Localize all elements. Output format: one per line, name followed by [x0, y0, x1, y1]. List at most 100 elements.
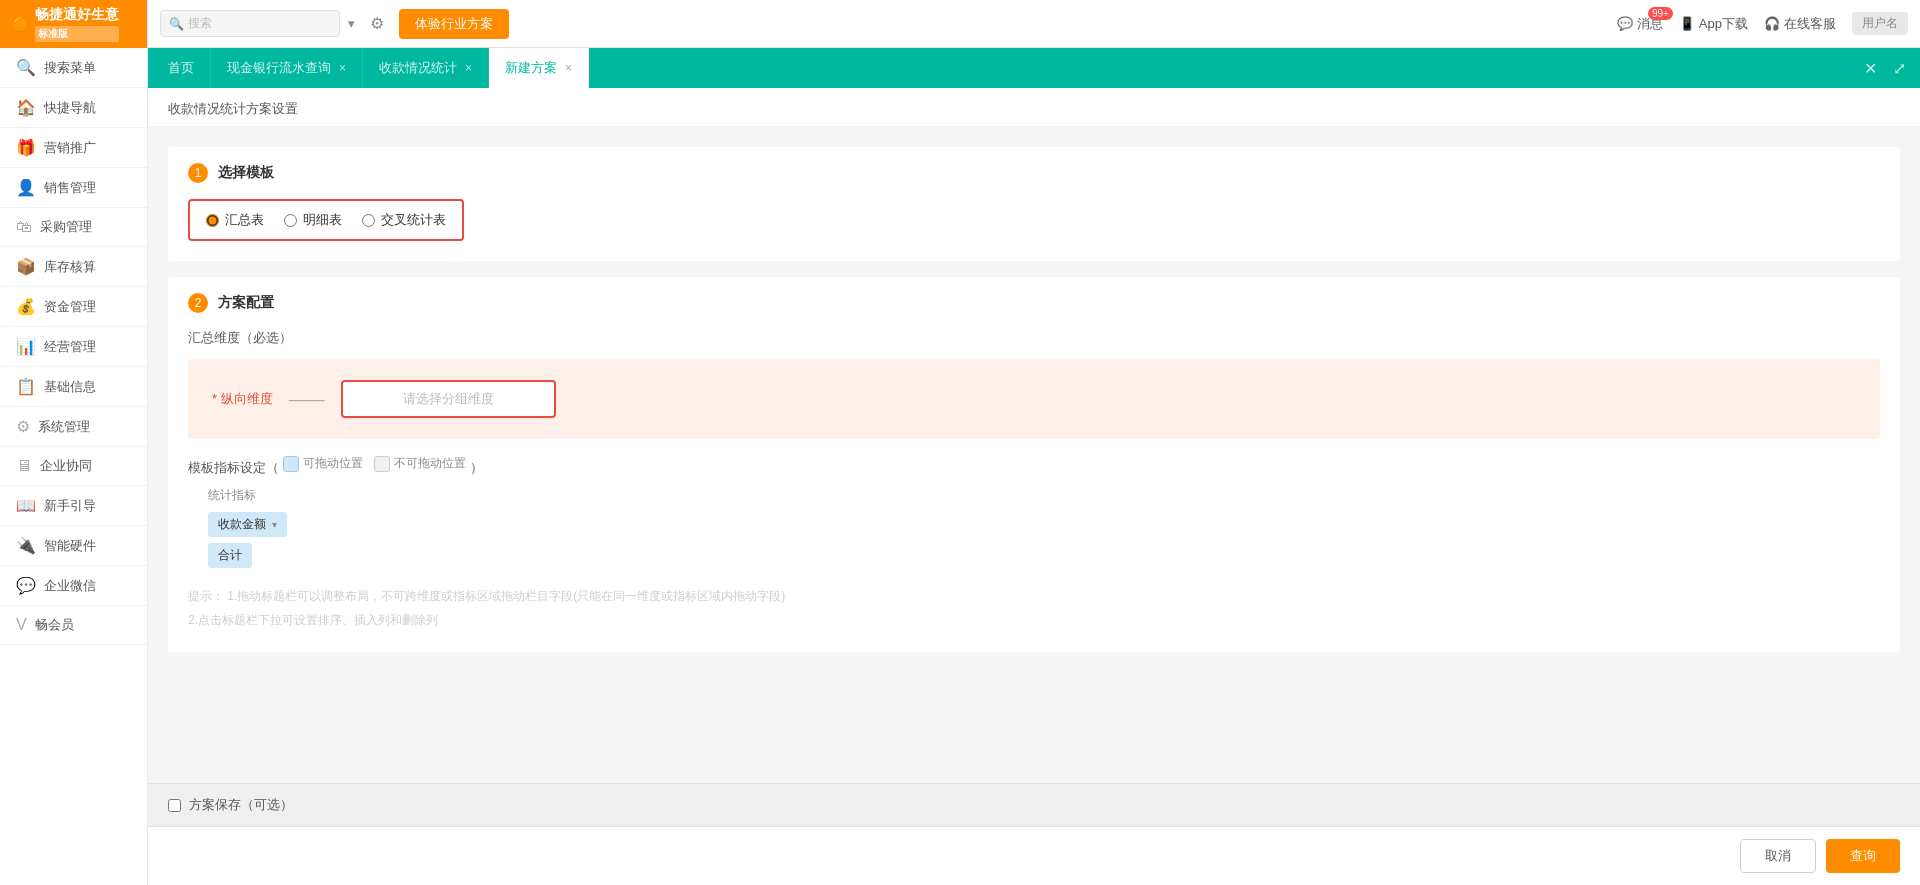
step1-section: 1 选择模板 汇总表 明细表: [168, 147, 1900, 261]
chart-icon: 📊: [16, 337, 36, 356]
search-bar[interactable]: 🔍 搜索: [160, 10, 340, 37]
legend-draggable-box: [283, 456, 299, 472]
step2-title: 方案配置: [218, 294, 274, 312]
save-checkbox[interactable]: [168, 799, 181, 812]
sidebar-item-search-menu[interactable]: 🔍 搜索菜单: [0, 48, 147, 88]
sidebar-item-finance[interactable]: 💰 资金管理: [0, 287, 147, 327]
tab-new-plan-close[interactable]: ×: [565, 61, 572, 75]
tab-bank-flow-close[interactable]: ×: [339, 61, 346, 75]
logo-icon: 🟠: [12, 16, 29, 32]
radio-summary[interactable]: 汇总表: [206, 211, 264, 229]
dimension-row: * 纵向维度 —— 请选择分组维度: [212, 380, 556, 418]
metrics-config-text: 模板指标设定（ 可拖动位置 不可拖动位置 ）: [188, 455, 483, 477]
sidebar-item-smart-hardware[interactable]: 🔌 智能硬件: [0, 526, 147, 566]
industry-btn[interactable]: 体验行业方案: [399, 9, 509, 39]
monitor-icon: 🖥: [16, 457, 32, 475]
metric-tag-label: 收款金额: [218, 516, 266, 533]
notification-count: 99+: [1648, 7, 1673, 20]
download-btn[interactable]: 📱 App下载: [1679, 15, 1748, 33]
sidebar-item-system[interactable]: ⚙ 系统管理: [0, 407, 147, 447]
radio-crosstab-input[interactable]: [362, 214, 375, 227]
footer: 取消 查询: [148, 826, 1920, 885]
step2-section: 2 方案配置 汇总维度（必选） * 纵向维度 —— 请选择分组维度 模: [168, 277, 1900, 652]
sidebar-item-sales[interactable]: 👤 销售管理: [0, 168, 147, 208]
notification-btn[interactable]: 💬 消息 99+: [1617, 15, 1663, 33]
query-button[interactable]: 查询: [1826, 839, 1900, 873]
sidebar-item-member[interactable]: V 畅会员: [0, 606, 147, 645]
sidebar-label-sales: 销售管理: [44, 179, 96, 197]
tab-home[interactable]: 首页: [148, 48, 211, 88]
dimension-arrow: ——: [289, 389, 325, 410]
step2-header: 2 方案配置: [188, 293, 1880, 313]
tab-bank-flow[interactable]: 现金银行流水查询 ×: [211, 48, 363, 88]
sidebar-item-quick-nav[interactable]: 🏠 快捷导航: [0, 88, 147, 128]
sidebar-item-newbie[interactable]: 📖 新手引导: [0, 486, 147, 526]
breadcrumb: 收款情况统计方案设置: [168, 101, 298, 116]
sidebar-label-enterprise: 企业协同: [40, 457, 92, 475]
sidebar-label-quick-nav: 快捷导航: [44, 99, 96, 117]
legend-fixed-text: 不可拖动位置: [394, 455, 466, 472]
sidebar-label-wechat: 企业微信: [44, 577, 96, 595]
hint-line-1: 提示： 1.拖动标题栏可以调整布局，不可跨维度或指标区域拖动栏目字段(只能在同一…: [188, 584, 1880, 608]
topbar-right: 💬 消息 99+ 📱 App下载 🎧 在线客服 用户名: [1617, 12, 1908, 35]
search-icon-topbar: 🔍: [169, 17, 184, 31]
sidebar-label-newbie: 新手引导: [44, 497, 96, 515]
money-icon: 💰: [16, 297, 36, 316]
dimension-config-label: 汇总维度（必选）: [188, 329, 1880, 347]
close-tab-btn[interactable]: ✕: [1858, 57, 1883, 80]
tab-receipt-stats-close[interactable]: ×: [465, 61, 472, 75]
tabbar: 首页 现金银行流水查询 × 收款情况统计 × 新建方案 × ✕ ⤢: [148, 48, 1920, 88]
save-label: 方案保存（可选）: [189, 796, 293, 814]
metrics-area: 统计指标 收款金额 ▾ 合计: [208, 487, 1880, 568]
support-btn[interactable]: 🎧 在线客服: [1764, 15, 1836, 33]
radio-summary-input[interactable]: [206, 214, 219, 227]
search-placeholder: 搜索: [188, 15, 212, 32]
radio-detail[interactable]: 明细表: [284, 211, 342, 229]
sidebar-item-base-info[interactable]: 📋 基础信息: [0, 367, 147, 407]
sidebar-logo: 🟠 畅捷通好生意 标准版: [0, 0, 147, 48]
tab-receipt-stats-label: 收款情况统计: [379, 59, 457, 77]
sidebar-label-marketing: 营销推广: [44, 139, 96, 157]
dimension-select-box[interactable]: 请选择分组维度: [341, 380, 556, 418]
metric-tag-amount[interactable]: 收款金额 ▾: [208, 512, 287, 537]
chevron-down-icon[interactable]: ▾: [348, 16, 355, 31]
user-info[interactable]: 用户名: [1852, 12, 1908, 35]
logo-badge: 标准版: [35, 26, 119, 42]
sidebar-item-operations[interactable]: 📊 经营管理: [0, 327, 147, 367]
radio-crosstab[interactable]: 交叉统计表: [362, 211, 446, 229]
clipboard-icon: 📋: [16, 377, 36, 396]
metric-total-tag: 合计: [208, 543, 252, 568]
book-icon: 📖: [16, 496, 36, 515]
box-icon: 📦: [16, 257, 36, 276]
sidebar-label-smart-hardware: 智能硬件: [44, 537, 96, 555]
template-select-area: 汇总表 明细表 交叉统计表: [188, 199, 464, 241]
cancel-button[interactable]: 取消: [1740, 839, 1816, 873]
radio-detail-input[interactable]: [284, 214, 297, 227]
sidebar-label-operations: 经营管理: [44, 338, 96, 356]
hint-line-2: 2.点击标题栏下拉可设置排序、插入列和删除列: [188, 608, 1880, 632]
search-icon: 🔍: [16, 58, 36, 77]
radio-detail-label: 明细表: [303, 211, 342, 229]
legend-fixed-box: [374, 456, 390, 472]
sidebar-item-enterprise[interactable]: 🖥 企业协同: [0, 447, 147, 486]
sidebar-label-purchase: 采购管理: [40, 218, 92, 236]
sidebar-label-system: 系统管理: [38, 418, 90, 436]
step2-num: 2: [188, 293, 208, 313]
support-icon: 🎧: [1764, 16, 1780, 31]
expand-btn[interactable]: ⤢: [1887, 57, 1912, 80]
step1-num: 1: [188, 163, 208, 183]
sidebar-item-wechat[interactable]: 💬 企业微信: [0, 566, 147, 606]
tab-receipt-stats[interactable]: 收款情况统计 ×: [363, 48, 489, 88]
tab-new-plan[interactable]: 新建方案 ×: [489, 48, 589, 88]
hint-area: 提示： 1.拖动标题栏可以调整布局，不可跨维度或指标区域拖动栏目字段(只能在同一…: [188, 584, 1880, 632]
main-area: 🔍 搜索 ▾ ⚙ 体验行业方案 💬 消息 99+ 📱 App下载 🎧 在线客服 …: [148, 0, 1920, 885]
metrics-section-label: 统计指标: [208, 487, 1880, 504]
metric-dropdown-icon[interactable]: ▾: [272, 519, 277, 530]
download-label: App下载: [1699, 15, 1748, 33]
sidebar-item-inventory[interactable]: 📦 库存核算: [0, 247, 147, 287]
sidebar-label-base-info: 基础信息: [44, 378, 96, 396]
sidebar-item-purchase[interactable]: 🛍 采购管理: [0, 208, 147, 247]
settings-button[interactable]: ⚙: [363, 10, 391, 38]
sidebar-item-marketing[interactable]: 🎁 营销推广: [0, 128, 147, 168]
template-radio-group: 汇总表 明细表 交叉统计表: [206, 211, 446, 229]
